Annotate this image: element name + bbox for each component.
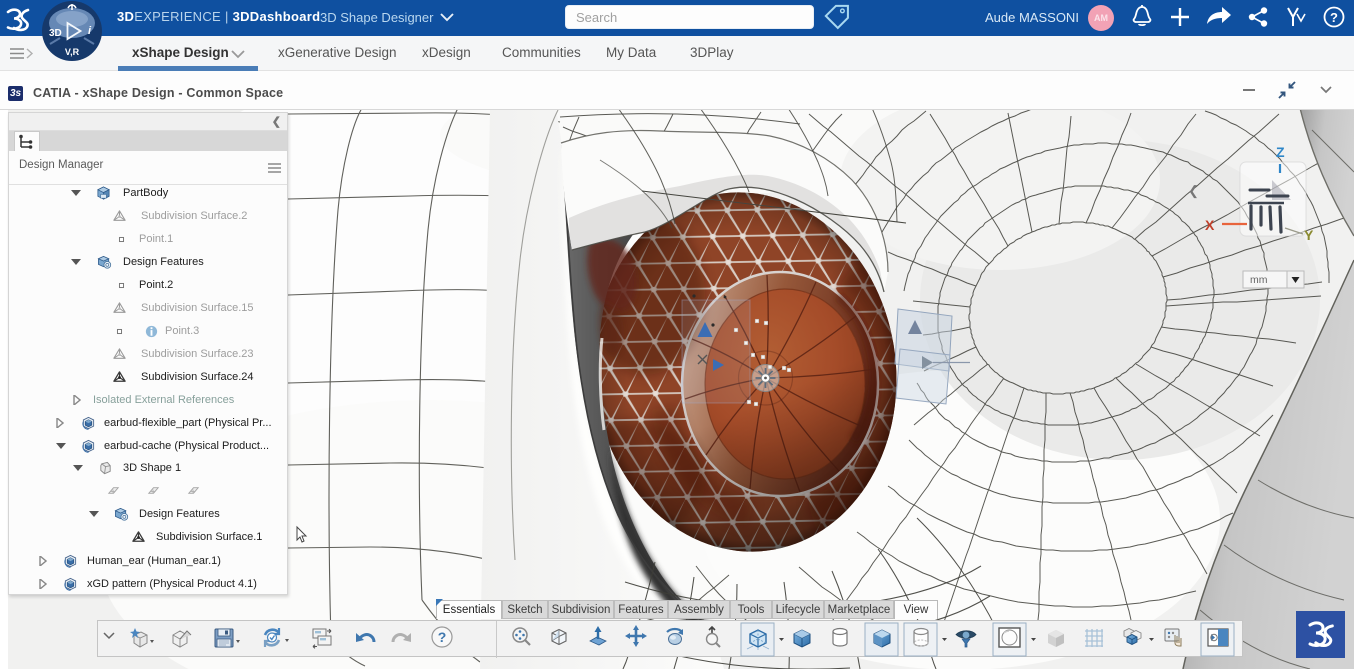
svg-text:mm: mm (1250, 274, 1268, 286)
svg-text:Z: Z (1276, 144, 1285, 160)
svg-text:X: X (1205, 217, 1215, 233)
svg-text:3D: 3D (49, 28, 62, 39)
svg-text:Y: Y (1304, 227, 1314, 243)
svg-text:❮: ❮ (1188, 183, 1199, 199)
svg-text:V,R: V,R (65, 47, 80, 57)
svg-text:?: ? (1330, 10, 1338, 25)
svg-text:?: ? (438, 629, 447, 645)
